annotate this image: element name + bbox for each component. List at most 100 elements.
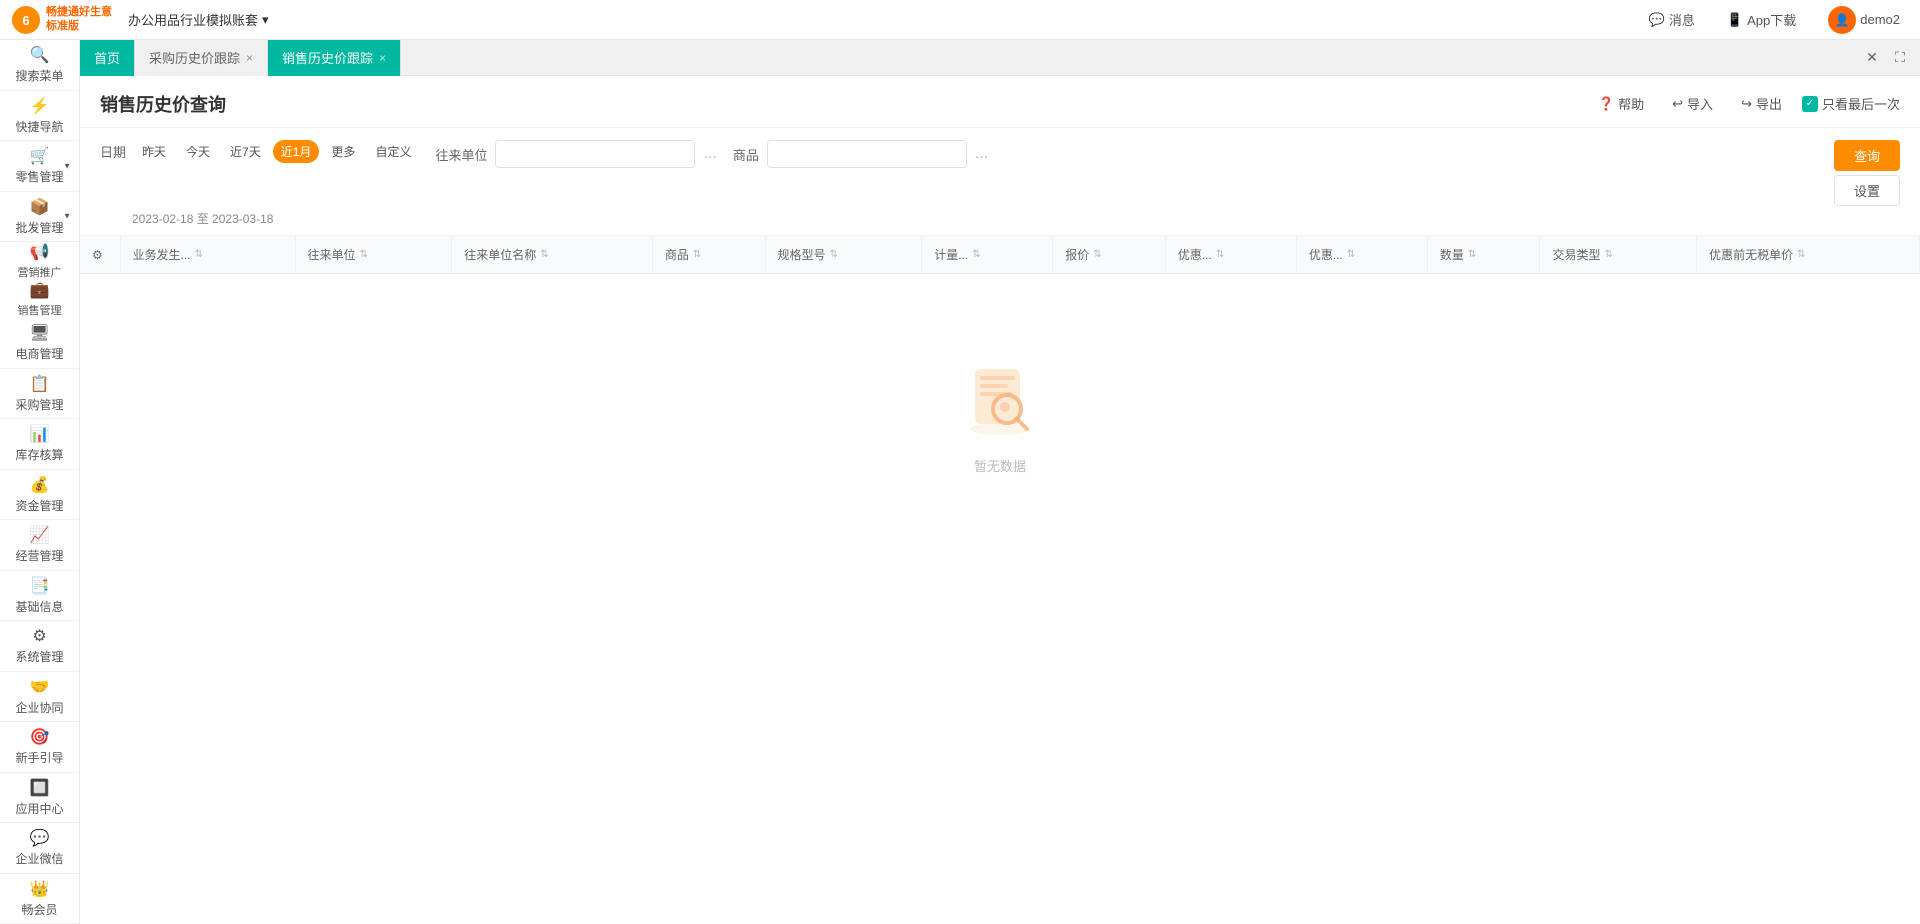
counterparty-filter-group: 往来单位 ...	[435, 140, 716, 168]
avatar-icon: 👤	[1835, 13, 1850, 27]
sidebar-item-system[interactable]: ⚙ 系统管理	[0, 621, 79, 672]
maximize-button[interactable]: ⛶	[1888, 46, 1912, 70]
sidebar-item-retail-mgmt[interactable]: 🛒 零售管理	[0, 141, 79, 192]
help-icon: ❓	[1598, 96, 1614, 112]
tab-purchase-history-label: 采购历史价跟踪	[149, 48, 240, 67]
page-title-bar: 销售历史价查询 ❓ 帮助 ↩ 导入 ↪ 导出 ✓ 只看最后一次	[80, 76, 1920, 128]
workspace-selector[interactable]: 办公用品行业模拟账套 ▾	[120, 6, 277, 33]
top-header: 6 畅捷通好生意标准版 办公用品行业模拟账套 ▾ 💬 消息 📱 App下载 👤 …	[0, 0, 1920, 40]
close-all-tabs-button[interactable]: ✕	[1860, 46, 1884, 70]
sidebar-item-operations[interactable]: 📈 经营管理	[0, 520, 79, 571]
sidebar-item-inventory[interactable]: 📊 库存核算	[0, 419, 79, 470]
product-ellipsis[interactable]: ...	[975, 145, 988, 163]
sidebar-item-app-center[interactable]: 🔲 应用中心	[0, 773, 79, 824]
finance-icon: 💰	[30, 475, 50, 495]
tab-purchase-history-close[interactable]: ×	[246, 51, 253, 65]
sidebar-item-search-menu[interactable]: 🔍 搜索菜单	[0, 40, 79, 91]
date-btn-1month[interactable]: 近1月	[273, 140, 320, 163]
product-input[interactable]	[767, 140, 967, 168]
import-label: 导入	[1687, 94, 1713, 113]
date-options: 昨天 今天 近7天 近1月 更多 自定义	[134, 140, 419, 163]
sidebar-label-wechat: 企业微信	[15, 850, 63, 867]
app-center-icon: 🔲	[30, 778, 50, 798]
messages-label: 消息	[1669, 10, 1695, 29]
messages-button[interactable]: 💬 消息	[1641, 6, 1703, 33]
date-btn-7days[interactable]: 近7天	[222, 140, 269, 163]
tab-purchase-history[interactable]: 采购历史价跟踪 ×	[135, 40, 268, 76]
empty-state: 暂无数据	[80, 274, 1920, 555]
counterparty-ellipsis[interactable]: ...	[703, 145, 716, 163]
th-discount1[interactable]: 优惠... ⇅	[1165, 236, 1296, 274]
sort-icon-discount2: ⇅	[1347, 249, 1355, 260]
user-menu-button[interactable]: 👤 demo2	[1820, 2, 1908, 38]
date-btn-custom[interactable]: 自定义	[367, 140, 419, 163]
member-icon: 👑	[30, 879, 50, 899]
date-label: 日期	[100, 142, 126, 161]
th-pre-discount-price[interactable]: 优惠前无税单价 ⇅	[1697, 236, 1920, 274]
inventory-icon: 📊	[30, 424, 50, 444]
date-btn-today[interactable]: 今天	[178, 140, 218, 163]
sidebar-label-finance: 资金管理	[15, 497, 63, 514]
only-last-checkbox[interactable]: ✓ 只看最后一次	[1802, 94, 1900, 113]
tab-bar-actions: ✕ ⛶	[1860, 46, 1920, 70]
operations-icon: 📈	[30, 525, 50, 545]
th-counterparty-name[interactable]: 往来单位名称 ⇅	[452, 236, 653, 274]
th-discount2[interactable]: 优惠... ⇅	[1296, 236, 1427, 274]
th-quote[interactable]: 报价 ⇅	[1053, 236, 1166, 274]
th-unit[interactable]: 计量... ⇅	[922, 236, 1053, 274]
sidebar-item-enterprise[interactable]: 🤝 企业协同	[0, 672, 79, 723]
sidebar-label-purchase: 采购管理	[15, 396, 63, 413]
sidebar-item-basic-info[interactable]: 📑 基础信息	[0, 571, 79, 622]
date-btn-yesterday[interactable]: 昨天	[134, 140, 174, 163]
tab-home[interactable]: 首页	[80, 40, 135, 76]
page-container: 销售历史价查询 ❓ 帮助 ↩ 导入 ↪ 导出 ✓ 只看最后一次	[80, 76, 1920, 924]
sidebar-item-purchase[interactable]: 📋 采购管理	[0, 369, 79, 420]
th-settings[interactable]: ⚙	[80, 236, 120, 274]
counterparty-input[interactable]	[495, 140, 695, 168]
new-guide-icon: 🎯	[30, 727, 50, 747]
sort-icon-spec: ⇅	[830, 249, 838, 260]
tab-bar: 首页 采购历史价跟踪 × 销售历史价跟踪 × ✕ ⛶	[80, 40, 1920, 76]
sidebar-item-ecommerce[interactable]: 🖥 电商管理	[0, 318, 79, 369]
sidebar: 🔍 搜索菜单 ⚡ 快捷导航 🛒 零售管理 📦 批发管理 📢 营销推广 💼 销售管…	[0, 40, 80, 924]
svg-text:6: 6	[22, 13, 29, 28]
tab-sales-history[interactable]: 销售历史价跟踪 ×	[268, 40, 401, 76]
logo-icon: 6	[12, 6, 40, 34]
th-counterparty-code[interactable]: 往来单位 ⇅	[295, 236, 452, 274]
ecommerce-icon: 🖥	[29, 323, 49, 343]
checkbox-icon: ✓	[1802, 96, 1818, 112]
th-spec[interactable]: 规格型号 ⇅	[765, 236, 922, 274]
th-product[interactable]: 商品 ⇅	[652, 236, 765, 274]
settings-button[interactable]: 设置	[1834, 175, 1900, 206]
sidebar-item-new-guide[interactable]: 🎯 新手引导	[0, 722, 79, 773]
counterparty-label: 往来单位	[435, 145, 487, 164]
th-quantity[interactable]: 数量 ⇅	[1427, 236, 1540, 274]
sidebar-item-marketing[interactable]: 📢 营销推广	[0, 242, 79, 280]
phone-icon: 📱	[1727, 12, 1743, 28]
sidebar-label-retail-mgmt: 零售管理	[15, 168, 63, 185]
date-range-text: 2023-02-18 至 2023-03-18	[132, 212, 273, 226]
export-button[interactable]: ↪ 导出	[1733, 90, 1790, 117]
sidebar-item-member[interactable]: 👑 畅会员	[0, 874, 79, 924]
table-settings-icon[interactable]: ⚙	[92, 248, 103, 262]
sort-icon-product: ⇅	[693, 249, 701, 260]
tab-sales-history-close[interactable]: ×	[379, 51, 386, 65]
sort-icon-business-date: ⇅	[195, 249, 203, 260]
sidebar-item-wechat[interactable]: 💬 企业微信	[0, 823, 79, 874]
help-button[interactable]: ❓ 帮助	[1590, 90, 1652, 117]
th-trade-type[interactable]: 交易类型 ⇅	[1540, 236, 1697, 274]
app-download-button[interactable]: 📱 App下载	[1719, 6, 1804, 33]
sidebar-item-sales-mgmt[interactable]: 💼 销售管理	[0, 280, 79, 318]
sidebar-item-quick-nav[interactable]: ⚡ 快捷导航	[0, 91, 79, 142]
th-business-date[interactable]: 业务发生... ⇅	[120, 236, 295, 274]
sidebar-item-wholesale-mgmt[interactable]: 📦 批发管理	[0, 192, 79, 243]
date-btn-more[interactable]: 更多	[323, 140, 363, 163]
page-title: 销售历史价查询	[100, 91, 226, 117]
wechat-icon: 💬	[30, 828, 50, 848]
header-left: 6 畅捷通好生意标准版 办公用品行业模拟账套 ▾	[12, 6, 277, 34]
import-button[interactable]: ↩ 导入	[1664, 90, 1721, 117]
sidebar-item-finance[interactable]: 💰 资金管理	[0, 470, 79, 521]
sort-icon-pre-discount-price: ⇅	[1797, 249, 1805, 260]
sidebar-label-app-center: 应用中心	[15, 800, 63, 817]
query-button[interactable]: 查询	[1834, 140, 1900, 171]
